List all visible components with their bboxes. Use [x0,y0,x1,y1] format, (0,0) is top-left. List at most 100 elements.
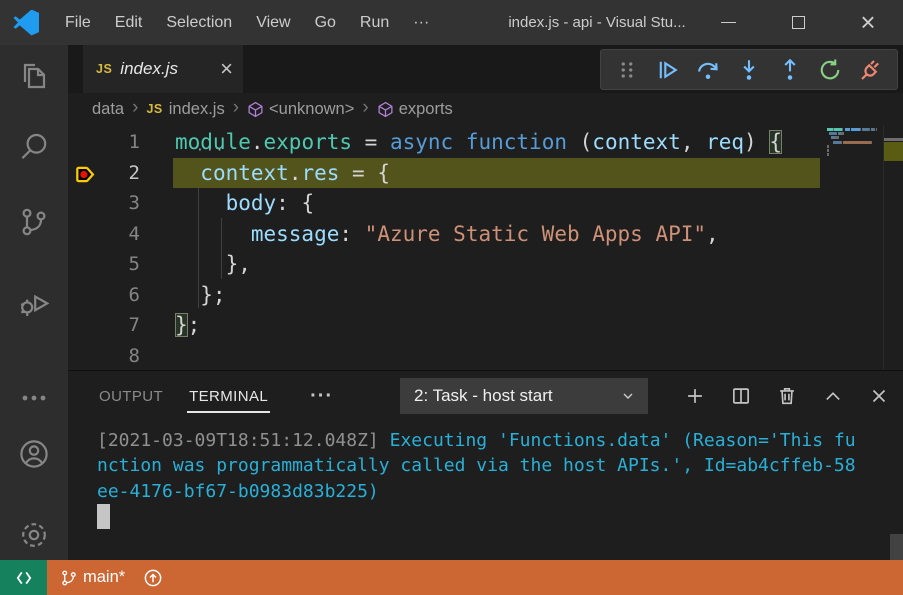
step-over-icon[interactable] [695,57,721,83]
search-icon[interactable] [17,130,51,164]
run-and-debug-icon[interactable] [17,285,51,319]
code-line-text[interactable]: message: "Azure Static Web Apps API", [175,222,719,246]
menu-item-view[interactable]: View [244,0,302,45]
new-terminal-icon[interactable] [683,384,707,408]
code-editor[interactable]: 1module.exports = async function (contex… [68,125,903,370]
menu-item-moremoremore[interactable]: ··· [401,0,441,45]
close-tab-icon[interactable]: × [220,58,233,80]
remote-icon [15,569,33,587]
terminal-line: ee-4176-bf67-b0983d83b225) [97,479,883,504]
panel-tab-terminal[interactable]: TERMINAL [187,382,270,411]
minimap-line [827,145,833,148]
source-control-icon[interactable] [17,205,51,239]
account-icon[interactable] [17,437,51,471]
minimize-icon[interactable] [693,0,763,45]
code-line-text[interactable]: }; [175,283,226,307]
line-number: 6 [102,284,140,306]
code-line-7: 7}; [68,310,903,341]
close-panel-icon[interactable] [867,384,891,408]
kill-terminal-icon[interactable] [775,384,799,408]
restart-icon[interactable] [817,57,843,83]
breadcrumb-item-4[interactable]: exports [377,100,453,119]
breadcrumb-label: exports [399,100,453,119]
gutter-glyph-margin[interactable] [68,280,102,311]
overview-ruler [883,125,903,370]
gutter-glyph-margin[interactable] [68,310,102,341]
breadcrumb-item-2[interactable]: JSindex.js [146,100,224,119]
code-line-4: 4 message: "Azure Static Web Apps API", [68,219,903,250]
code-line-8: 8 [68,341,903,371]
vscode-logo-icon [13,10,39,36]
source-control-branch-icon [60,569,78,587]
tab-index-js[interactable]: JS index.js × [83,45,243,93]
minimap-line [827,153,829,156]
code-line-text[interactable]: module.exports = async function (context… [175,130,782,154]
minimap-line [827,136,839,139]
explorer-icon[interactable] [17,59,51,93]
code-line-text[interactable]: }; [175,313,200,337]
breadcrumb-separator: › [124,97,146,121]
line-number: 7 [102,314,140,336]
menu-item-run[interactable]: Run [348,0,401,45]
disconnect-icon[interactable] [858,57,884,83]
publish-changes-button[interactable] [143,568,163,588]
gutter-glyph-margin[interactable] [68,219,102,250]
menu-item-edit[interactable]: Edit [103,0,155,45]
line-number: 5 [102,253,140,275]
code-line-5: 5 }, [68,249,903,280]
minimap-line [827,149,831,152]
terminal-cursor [97,504,110,529]
code-line-1: 1module.exports = async function (contex… [68,127,903,158]
menu-item-file[interactable]: File [53,0,103,45]
publish-icon [143,568,163,588]
js-file-icon: JS [146,102,162,116]
terminal-line: nction was programmatically called via t… [97,453,883,478]
line-number: 4 [102,223,140,245]
menu-item-selection[interactable]: Selection [154,0,244,45]
step-into-icon[interactable] [736,57,762,83]
terminal-cursor-line [97,504,883,531]
maximize-icon[interactable] [763,0,833,45]
panel-more-actions-icon[interactable]: ··· [310,385,333,408]
terminal-scrollbar[interactable] [890,534,903,561]
code-line-text[interactable]: context.res = { [175,161,390,185]
breadcrumb-item-3[interactable]: <unknown> [247,100,354,119]
panel-tab-output[interactable]: OUTPUT [97,382,165,411]
settings-gear-icon[interactable] [17,518,51,552]
step-out-icon[interactable] [777,57,803,83]
ruler-marker-gray [884,138,903,141]
minimap[interactable] [822,125,883,370]
drag-handle-icon[interactable] [614,57,640,83]
more-views-icon[interactable] [17,381,51,415]
code-line-2: 2 context.res = { [68,158,903,189]
breadcrumb-label: <unknown> [269,100,354,119]
panel-actions [683,378,891,414]
menu-bar: FileEditSelectionViewGoRun··· [53,0,441,45]
gutter-glyph-margin[interactable] [68,249,102,280]
terminal-output[interactable]: [2021-03-09T18:51:12.048Z] Executing 'Fu… [97,428,883,532]
terminal-picker-value: 2: Task - host start [414,386,553,406]
status-bar: main* [0,560,903,595]
remote-indicator[interactable] [0,560,47,595]
gutter-glyph-margin[interactable] [68,341,102,371]
branch-label: main* [83,568,125,587]
branch-status-item[interactable]: main* [60,568,125,587]
title-bar: FileEditSelectionViewGoRun··· index.js -… [0,0,903,45]
line-number: 8 [102,345,140,367]
code-line-text[interactable]: }, [175,252,251,276]
terminal-picker-dropdown[interactable]: 2: Task - host start [400,378,648,414]
gutter-glyph-margin[interactable] [68,188,102,219]
split-terminal-icon[interactable] [729,384,753,408]
code-line-text[interactable]: body: { [175,191,314,215]
close-window-icon[interactable]: × [833,0,903,45]
breadcrumb-item-1[interactable]: data [92,100,124,119]
gutter-glyph-margin[interactable] [68,127,102,158]
breadcrumb-separator: › [225,97,247,121]
minimap-line [827,141,872,144]
breakpoint-current-line-icon[interactable] [68,158,102,189]
menu-item-go[interactable]: Go [303,0,348,45]
chevron-down-icon [620,388,636,404]
maximize-panel-icon[interactable] [821,384,845,408]
symbol-namespace-icon [247,101,269,118]
continue-icon[interactable] [655,57,681,83]
